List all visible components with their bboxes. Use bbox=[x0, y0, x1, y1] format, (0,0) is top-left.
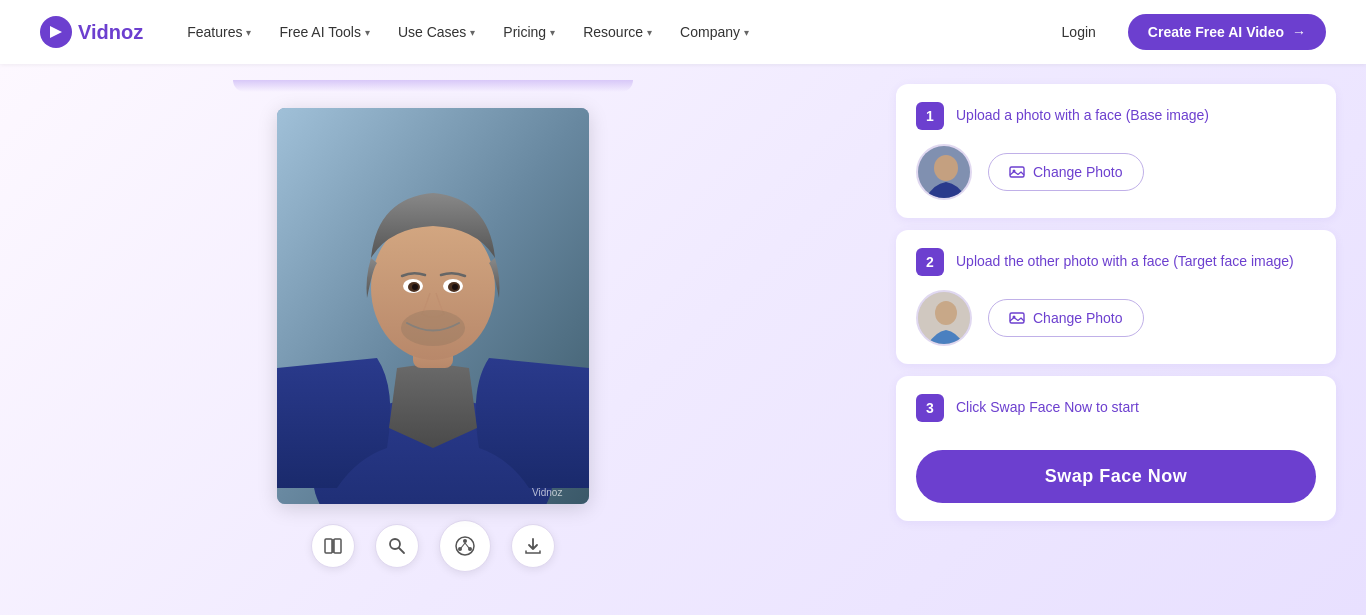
svg-text:Vidnoz: Vidnoz bbox=[532, 487, 562, 498]
step-2-avatar-image bbox=[918, 292, 972, 346]
step-2-change-photo-button[interactable]: Change Photo bbox=[988, 299, 1144, 337]
logo-text: Vidnoz bbox=[78, 21, 143, 44]
svg-line-23 bbox=[461, 543, 465, 548]
search-icon bbox=[387, 536, 407, 556]
nav-resource[interactable]: Resource ▾ bbox=[571, 16, 664, 48]
header: Vidnoz Features ▾ Free AI Tools ▾ Use Ca… bbox=[0, 0, 1366, 64]
step-2-card: 2 Upload the other photo with a face (Ta… bbox=[896, 230, 1336, 364]
chevron-down-icon: ▾ bbox=[647, 27, 652, 38]
step-1-badge: 1 bbox=[916, 102, 944, 130]
svg-point-26 bbox=[934, 155, 958, 181]
step-3-badge: 3 bbox=[916, 394, 944, 422]
compare-button[interactable] bbox=[311, 524, 355, 568]
nav-free-ai-tools[interactable]: Free AI Tools ▾ bbox=[267, 16, 381, 48]
left-panel: Vidnoz bbox=[0, 64, 866, 615]
nav-pricing[interactable]: Pricing ▾ bbox=[491, 16, 567, 48]
svg-rect-27 bbox=[1010, 167, 1024, 177]
swap-face-now-button[interactable]: Swap Face Now bbox=[916, 450, 1316, 503]
main-content: Vidnoz bbox=[0, 64, 1366, 615]
chevron-down-icon: ▾ bbox=[365, 27, 370, 38]
svg-rect-31 bbox=[1010, 313, 1024, 323]
download-icon bbox=[523, 536, 543, 556]
preview-person-image: Vidnoz bbox=[277, 108, 589, 504]
chevron-down-icon: ▾ bbox=[550, 27, 555, 38]
right-panel: 1 Upload a photo with a face (Base image… bbox=[866, 64, 1366, 615]
image-icon-2 bbox=[1009, 310, 1025, 326]
svg-point-20 bbox=[463, 539, 467, 543]
svg-point-12 bbox=[401, 310, 465, 346]
nav-features[interactable]: Features ▾ bbox=[175, 16, 263, 48]
chevron-down-icon: ▾ bbox=[246, 27, 251, 38]
svg-line-18 bbox=[399, 548, 404, 553]
svg-point-11 bbox=[452, 284, 458, 290]
download-button[interactable] bbox=[511, 524, 555, 568]
chevron-down-icon: ▾ bbox=[744, 27, 749, 38]
toolbar bbox=[311, 520, 555, 572]
step-3-title: Click Swap Face Now to start bbox=[956, 394, 1139, 418]
share-button[interactable] bbox=[439, 520, 491, 572]
logo-icon bbox=[40, 16, 72, 48]
step-3-header: 3 Click Swap Face Now to start bbox=[916, 394, 1316, 422]
search-button[interactable] bbox=[375, 524, 419, 568]
image-icon bbox=[1009, 164, 1025, 180]
step-2-avatar bbox=[916, 290, 972, 346]
step-1-header: 1 Upload a photo with a face (Base image… bbox=[916, 102, 1316, 130]
step-1-card: 1 Upload a photo with a face (Base image… bbox=[896, 84, 1336, 218]
logo[interactable]: Vidnoz bbox=[40, 16, 143, 48]
create-free-ai-video-button[interactable]: Create Free AI Video → bbox=[1128, 14, 1326, 50]
step-1-body: Change Photo bbox=[916, 144, 1316, 200]
step-2-title: Upload the other photo with a face (Targ… bbox=[956, 248, 1294, 272]
svg-point-10 bbox=[412, 284, 418, 290]
step-1-avatar-image bbox=[918, 146, 972, 200]
compare-icon bbox=[323, 536, 343, 556]
svg-point-30 bbox=[935, 301, 957, 325]
share-icon bbox=[454, 535, 476, 557]
step-1-avatar bbox=[916, 144, 972, 200]
login-button[interactable]: Login bbox=[1046, 16, 1112, 48]
step-2-body: Change Photo bbox=[916, 290, 1316, 346]
step-1-change-photo-button[interactable]: Change Photo bbox=[988, 153, 1144, 191]
nav-use-cases[interactable]: Use Cases ▾ bbox=[386, 16, 487, 48]
step-3-card: 3 Click Swap Face Now to start Swap Face… bbox=[896, 376, 1336, 521]
svg-rect-15 bbox=[334, 539, 341, 553]
main-nav: Features ▾ Free AI Tools ▾ Use Cases ▾ P… bbox=[175, 16, 1013, 48]
svg-rect-14 bbox=[325, 539, 332, 553]
step-1-title: Upload a photo with a face (Base image) bbox=[956, 102, 1209, 126]
tab-strip-partial bbox=[233, 80, 633, 92]
svg-line-24 bbox=[465, 543, 469, 548]
step-2-header: 2 Upload the other photo with a face (Ta… bbox=[916, 248, 1316, 276]
header-right: Login Create Free AI Video → bbox=[1046, 14, 1326, 50]
chevron-down-icon: ▾ bbox=[470, 27, 475, 38]
preview-image-container: Vidnoz bbox=[277, 108, 589, 504]
nav-company[interactable]: Company ▾ bbox=[668, 16, 761, 48]
step-2-badge: 2 bbox=[916, 248, 944, 276]
